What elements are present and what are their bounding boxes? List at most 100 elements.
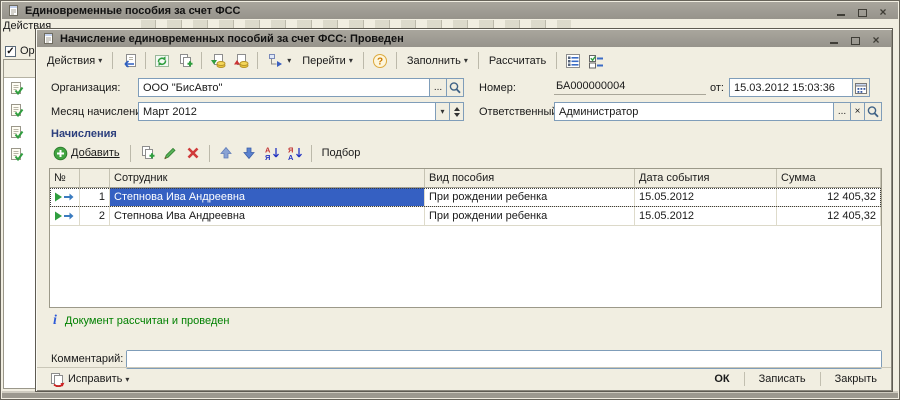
comment-value[interactable] [127,351,881,368]
column-header-num[interactable]: № [50,169,80,188]
dialog-titlebar[interactable]: Начисление единовременных пособий за сче… [37,30,891,47]
unpost-document-icon[interactable] [231,51,251,71]
application-window: Единовременные пособия за счет ФСС × Дей… [0,0,900,400]
pick-button[interactable]: Подбор [318,146,365,160]
spin-down-icon[interactable] [453,112,460,117]
fix-button[interactable]: Исправить ▾ [45,370,133,388]
calendar-button[interactable] [852,79,869,96]
accrual-month-field[interactable]: Март 2012 ▾ [138,102,464,121]
amount-cell[interactable]: 12 405,32 [777,207,881,225]
fill-menu-button[interactable]: Заполнить ▾ [403,54,472,68]
add-row-button[interactable]: Добавить [49,145,124,162]
list-settings-icon[interactable] [563,51,583,71]
accrual-month-value[interactable]: Март 2012 [139,103,435,120]
copy-document-icon[interactable] [175,51,195,71]
row-marker-icon [55,211,74,221]
magnifier-icon [449,81,461,93]
toolbar-separator [395,52,397,69]
list-item[interactable] [4,144,35,166]
pick-label: Подбор [321,147,361,159]
subordination-structure-button[interactable]: ▾ [264,52,295,70]
toolbar-separator [208,144,210,162]
actions-menu-button[interactable]: Действия ▾ [43,54,106,68]
table-row[interactable]: 1 Степнова Ива Андреевна При рождении ре… [50,188,881,207]
grid-toolbar: Добавить АЯ ЯА Подбор [49,142,364,164]
open-list-button[interactable] [864,103,881,120]
amount-cell[interactable]: 12 405,32 [777,188,881,206]
choose-button[interactable]: ... [429,79,446,96]
close-icon[interactable]: × [877,5,889,18]
chevron-down-icon: ▾ [287,56,292,65]
toolbar-separator [129,144,131,162]
background-window-title: Единовременные пособия за счет ФСС [25,4,241,17]
date-field[interactable]: 15.03.2012 15:03:36 [729,78,870,97]
help-icon[interactable]: ? [370,51,390,71]
refresh-icon[interactable] [152,51,172,71]
list-item[interactable] [4,122,35,144]
move-down-icon[interactable] [239,143,259,163]
close-icon[interactable]: × [870,33,882,46]
accruals-table[interactable]: № Сотрудник Вид пособия Дата события Сум… [49,168,882,308]
svg-text:?: ? [377,56,383,67]
date-value[interactable]: 15.03.2012 15:03:36 [730,79,852,96]
row-number-cell[interactable]: 2 [80,207,110,225]
status-row: i Документ рассчитан и проведен [53,313,230,329]
sort-descending-icon[interactable]: ЯА [285,143,305,163]
toolbar-separator [477,52,479,69]
choose-button[interactable]: ... [833,103,850,120]
column-header-employee[interactable]: Сотрудник [110,169,425,188]
toolbar-separator [556,52,558,69]
benefit-cell[interactable]: При рождении ребенка [425,188,635,206]
column-header-benefit[interactable]: Вид пособия [425,169,635,188]
organization-value[interactable]: ООО "БисАвто" [139,79,429,96]
organization-field[interactable]: ООО "БисАвто" ... [138,78,464,97]
ok-button[interactable]: ОК [708,372,735,386]
document-list-header [4,60,35,78]
list-item[interactable] [4,100,35,122]
minimize-icon[interactable] [835,5,847,17]
calculate-label: Рассчитать [488,54,547,67]
magnifier-icon [867,105,879,117]
save-button[interactable]: Записать [753,372,812,386]
date-from-label: от: [710,82,724,94]
spinner-button[interactable] [449,103,463,120]
employee-cell[interactable]: Степнова Ива Андреевна [110,188,425,206]
checkbox-checked-icon[interactable]: ✓ [5,45,16,57]
row-number-cell[interactable]: 1 [80,188,110,206]
event-date-cell[interactable]: 15.05.2012 [635,188,777,206]
column-header-amount[interactable]: Сумма [777,169,881,188]
svg-text:Я: Я [265,153,270,161]
checkbox-settings-icon[interactable] [586,51,606,71]
background-document-list[interactable] [3,59,36,389]
responsible-value[interactable]: Администратор [555,103,833,120]
event-date-cell[interactable]: 15.05.2012 [635,207,777,225]
edit-row-icon[interactable] [160,143,180,163]
benefit-cell[interactable]: При рождении ребенка [425,207,635,225]
toolbar-separator [310,144,312,162]
dialog-toolbar: Действия ▾ ▾ Перейти ▾ ? Заполнить ▾ Рас… [38,48,890,73]
delete-row-icon[interactable] [183,143,203,163]
dropdown-button[interactable]: ▾ [435,103,449,120]
spin-up-icon[interactable] [453,106,460,111]
employee-cell[interactable]: Степнова Ива Андреевна [110,207,425,225]
goto-menu-button[interactable]: Перейти ▾ [298,54,357,68]
minimize-icon[interactable] [828,33,840,45]
open-list-button[interactable] [446,79,463,96]
column-header-marker[interactable] [80,169,110,188]
column-header-event-date[interactable]: Дата события [635,169,777,188]
calculate-button[interactable]: Рассчитать [485,54,550,68]
table-row[interactable]: 2 Степнова Ива Андреевна При рождении ре… [50,207,881,226]
close-button[interactable]: Закрыть [829,372,883,386]
maximize-icon[interactable] [849,33,861,45]
maximize-icon[interactable] [856,5,868,17]
move-up-icon[interactable] [216,143,236,163]
copy-row-icon[interactable] [137,143,157,163]
reread-document-icon[interactable] [119,51,139,71]
posted-document-icon [11,104,24,118]
clear-button[interactable]: × [850,103,864,120]
post-document-icon[interactable] [208,51,228,71]
list-item[interactable] [4,78,35,100]
responsible-field[interactable]: Администратор ... × [554,102,882,121]
sort-ascending-icon[interactable]: АЯ [262,143,282,163]
actions-menu-label: Действия [47,54,96,67]
